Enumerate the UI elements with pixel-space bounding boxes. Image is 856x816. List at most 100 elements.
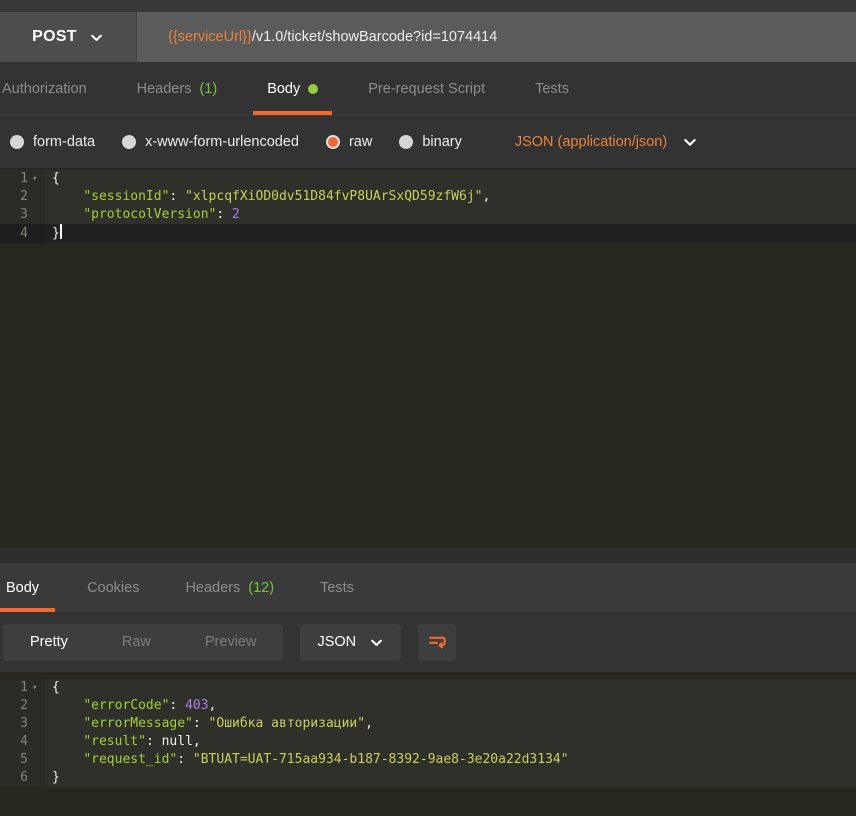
code-line[interactable]: 6▾} bbox=[0, 769, 856, 787]
tab-pre-request-script[interactable]: Pre-request Script bbox=[354, 62, 499, 115]
line-number[interactable]: 2▾ bbox=[0, 697, 45, 715]
code-line[interactable]: 4▾} bbox=[0, 224, 856, 243]
fold-caret-icon[interactable]: ▾ bbox=[32, 170, 40, 188]
code-text: "request_id": "BTUAT=UAT-715aa934-b187-8… bbox=[45, 751, 568, 769]
line-number-text: 3 bbox=[20, 716, 28, 731]
chevron-down-icon bbox=[371, 639, 383, 646]
code-token: "sessionId" bbox=[83, 189, 170, 204]
tab-authorization[interactable]: Authorization bbox=[0, 62, 101, 115]
radio-form-data[interactable]: form-data bbox=[10, 134, 95, 150]
content-type-select[interactable]: JSON (application/json) bbox=[515, 134, 698, 150]
line-number[interactable]: 1 ▾ bbox=[0, 170, 45, 188]
response-tab-body[interactable]: Body bbox=[0, 563, 56, 612]
code-text: "errorCode": 403, bbox=[45, 697, 216, 715]
method-select[interactable]: POST bbox=[0, 12, 137, 62]
line-number[interactable]: 4▾ bbox=[0, 224, 45, 243]
request-body-editor[interactable]: 1▾{2▾ "sessionId": "xlpcqfXiOD0dv51D84fv… bbox=[0, 168, 856, 548]
response-tab-cookies[interactable]: Cookies bbox=[73, 563, 153, 612]
code-token: { bbox=[52, 680, 60, 695]
response-tabs: Body Cookies Headers (12) Tests bbox=[0, 563, 856, 612]
preview-button[interactable]: Preview bbox=[178, 634, 284, 650]
radio-binary[interactable]: binary bbox=[399, 134, 462, 150]
radio-selected-icon bbox=[325, 135, 340, 149]
fold-caret-icon[interactable]: ▾ bbox=[32, 679, 40, 697]
line-number-text: 4 bbox=[20, 225, 28, 241]
line-number[interactable]: 2▾ bbox=[0, 188, 45, 206]
postman-window: POST {{serviceUrl}}/v1.0/ticket/showBarc… bbox=[0, 0, 856, 816]
response-headers-count-badge: (12) bbox=[248, 579, 275, 596]
response-format-select[interactable]: JSON bbox=[300, 623, 402, 661]
view-mode-switcher: Pretty Raw Preview bbox=[3, 623, 284, 661]
code-text: "errorMessage": "Ошибка авторизации", bbox=[45, 715, 373, 733]
code-token: null bbox=[161, 734, 193, 749]
pretty-button[interactable]: Pretty bbox=[3, 634, 95, 650]
request-url-bar: POST {{serviceUrl}}/v1.0/ticket/showBarc… bbox=[0, 12, 856, 62]
line-number-text: 1 bbox=[20, 680, 28, 695]
code-line[interactable]: 1 ▾{ bbox=[0, 170, 856, 188]
tab-body[interactable]: Body bbox=[253, 62, 333, 115]
radio-circle-icon bbox=[10, 135, 24, 149]
code-token: { bbox=[52, 171, 60, 186]
word-wrap-icon bbox=[429, 636, 447, 649]
code-token: , bbox=[192, 734, 201, 749]
line-number[interactable]: 4▾ bbox=[0, 733, 45, 751]
code-token: "protocolVersion" bbox=[83, 207, 217, 222]
code-line[interactable]: 5▾ "request_id": "BTUAT=UAT-715aa934-b18… bbox=[0, 751, 856, 769]
radio-x-www-form-urlencoded[interactable]: x-www-form-urlencoded bbox=[122, 134, 299, 150]
line-number[interactable]: 5▾ bbox=[0, 751, 45, 769]
radio-circle-icon bbox=[399, 135, 414, 149]
wrap-text-button[interactable] bbox=[418, 623, 457, 661]
url-path: /v1.0/ticket/showBarcode?id=1074414 bbox=[251, 29, 498, 45]
line-number-text: 1 bbox=[20, 171, 28, 186]
url-variable: {{serviceUrl}} bbox=[168, 29, 252, 45]
tab-tests[interactable]: Tests bbox=[521, 62, 583, 115]
code-line[interactable]: 2▾ "errorCode": 403, bbox=[0, 697, 856, 715]
code-text: "protocolVersion": 2 bbox=[45, 206, 240, 224]
raw-button[interactable]: Raw bbox=[95, 634, 178, 650]
code-line[interactable]: 3▾ "errorMessage": "Ошибка авторизации", bbox=[0, 715, 856, 733]
line-number[interactable]: 3▾ bbox=[0, 715, 45, 733]
response-body-editor[interactable]: 1▾{2▾ "errorCode": 403,3▾ "errorMessage"… bbox=[0, 672, 856, 816]
line-number[interactable]: 1 ▾ bbox=[0, 679, 45, 697]
code-token: , bbox=[482, 189, 491, 204]
line-number-text: 6 bbox=[20, 770, 28, 785]
code-text: "result": null, bbox=[45, 733, 201, 751]
code-token: : bbox=[145, 734, 162, 749]
code-line[interactable]: 2▾ "sessionId": "xlpcqfXiOD0dv51D84fvP8U… bbox=[0, 188, 856, 206]
code-token: : bbox=[192, 716, 209, 731]
code-text: "sessionId": "xlpcqfXiOD0dv51D84fvP8UArS… bbox=[45, 188, 490, 206]
code-token: : bbox=[177, 752, 193, 767]
code-text: } bbox=[45, 769, 60, 787]
code-token: 2 bbox=[232, 207, 240, 222]
tab-headers[interactable]: Headers (1) bbox=[123, 62, 232, 115]
code-line[interactable]: 4▾ "result": null, bbox=[0, 733, 856, 751]
url-input[interactable]: {{serviceUrl}}/v1.0/ticket/showBarcode?i… bbox=[137, 12, 856, 62]
code-token: } bbox=[52, 770, 60, 785]
line-number-text: 5 bbox=[20, 752, 28, 767]
line-number[interactable]: 6▾ bbox=[0, 769, 45, 787]
response-tab-tests[interactable]: Tests bbox=[306, 563, 368, 612]
radio-raw[interactable]: raw bbox=[325, 134, 372, 150]
code-text: { bbox=[45, 679, 60, 697]
code-token: : bbox=[169, 698, 186, 713]
code-token: "Ошибка авторизации" bbox=[208, 716, 366, 731]
line-number[interactable]: 3▾ bbox=[0, 206, 45, 224]
code-token: : bbox=[216, 207, 233, 222]
code-line[interactable]: 3▾ "protocolVersion": 2 bbox=[0, 206, 856, 224]
code-line[interactable]: 1 ▾{ bbox=[0, 679, 856, 697]
chevron-down-icon bbox=[91, 34, 102, 41]
chevron-down-icon bbox=[684, 138, 696, 146]
headers-count-badge: (1) bbox=[199, 80, 218, 97]
code-token: , bbox=[208, 698, 217, 713]
radio-circle-icon bbox=[122, 135, 137, 149]
request-tabs: Authorization Headers (1) Body Pre-reque… bbox=[0, 62, 856, 115]
body-modified-dot bbox=[308, 83, 319, 94]
line-number-text: 3 bbox=[20, 207, 28, 222]
response-tab-headers[interactable]: Headers (12) bbox=[171, 563, 288, 612]
